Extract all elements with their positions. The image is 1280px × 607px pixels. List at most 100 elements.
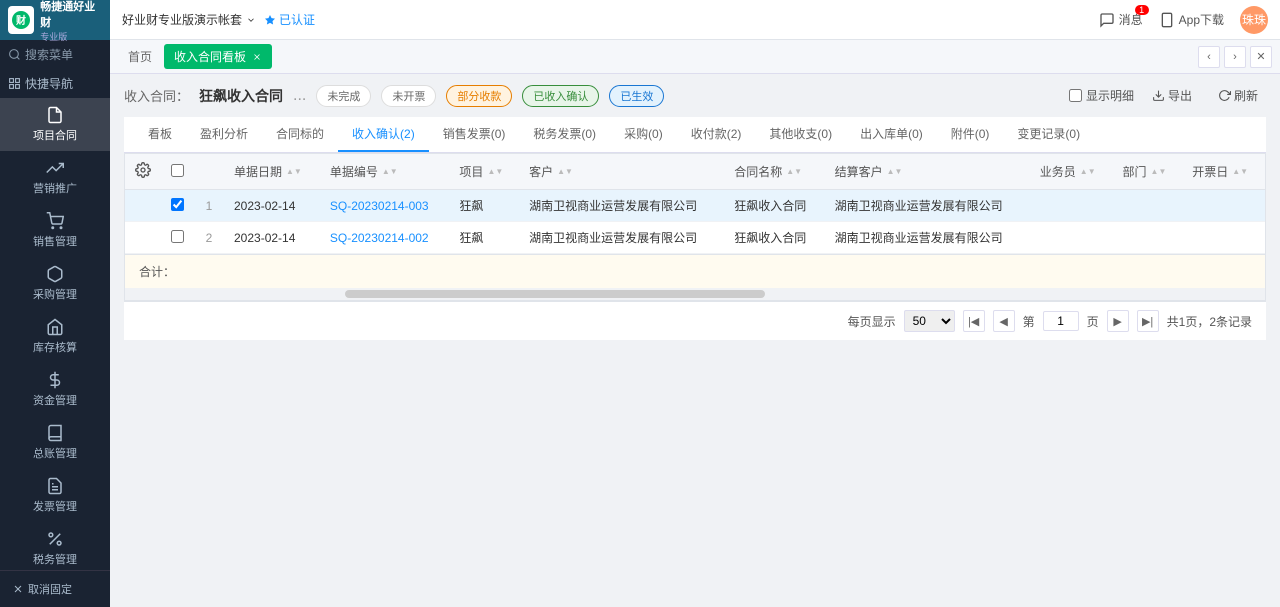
row-date: 2023-02-14 — [224, 190, 320, 222]
sidebar-item-tax[interactable]: 税务管理 — [0, 522, 110, 570]
purchase-label: 采购管理 — [33, 286, 77, 302]
topbar-right: 消息 1 App下载 珠珠 — [1099, 6, 1268, 34]
show-detail-checkbox[interactable]: 显示明细 — [1069, 87, 1134, 104]
th-checkbox[interactable] — [161, 154, 194, 190]
th-salesperson[interactable]: 业务员 ▲▼ — [1030, 154, 1113, 190]
select-all-checkbox[interactable] — [171, 164, 184, 177]
sidebar-item-sales[interactable]: 销售管理 — [0, 204, 110, 257]
company-selector[interactable]: 好业财专业版演示帐套 — [122, 11, 256, 28]
th-settlement[interactable]: 结算客户 ▲▼ — [825, 154, 1030, 190]
th-billdate[interactable]: 开票日 ▲▼ — [1182, 154, 1265, 190]
row-contract: 狂飙收入合同 — [724, 222, 824, 254]
svg-text:财: 财 — [15, 14, 26, 27]
tab-revenue-confirm[interactable]: 收入确认(2) — [338, 117, 429, 152]
app-download-label: App下载 — [1179, 11, 1224, 28]
row-code-link[interactable]: SQ-20230214-002 — [330, 231, 429, 245]
tab-tax-invoice[interactable]: 税务发票(0) — [519, 117, 610, 152]
tab-close-button[interactable]: ✕ — [1250, 46, 1272, 68]
row-checkbox[interactable] — [171, 230, 184, 243]
logo-text: 畅捷通好业财 — [40, 0, 102, 30]
show-detail-input[interactable] — [1069, 89, 1082, 102]
contract-prefix: 收入合同： — [124, 86, 189, 105]
row-code-link[interactable]: SQ-20230214-003 — [330, 199, 429, 213]
total-label: 合计： — [139, 265, 175, 279]
tab-stock[interactable]: 出入库单(0) — [846, 117, 937, 152]
th-date[interactable]: 单据日期 ▲▼ — [224, 154, 320, 190]
status-incomplete[interactable]: 未完成 — [316, 85, 371, 107]
tab-sales-invoice[interactable]: 销售发票(0) — [429, 117, 520, 152]
tab-changes[interactable]: 变更记录(0) — [1003, 117, 1094, 152]
sort-contract-icon: ▲▼ — [786, 167, 802, 176]
row-customer: 湖南卫视商业运营发展有限公司 — [519, 190, 724, 222]
tab-other[interactable]: 其他收支(0) — [755, 117, 846, 152]
sidebar-search[interactable]: 搜索菜单 — [0, 40, 110, 69]
tab-next-button[interactable]: › — [1224, 46, 1246, 68]
tab-board[interactable]: 看板 — [134, 117, 186, 152]
tab-payment[interactable]: 收付款(2) — [677, 117, 756, 152]
tabbar: 首页 收入合同看板 ‹ › ✕ — [110, 40, 1280, 74]
download-icon — [1159, 12, 1175, 28]
sidebar-item-marketing[interactable]: 营销推广 — [0, 151, 110, 204]
tab-close-icon[interactable] — [252, 52, 262, 62]
row-num: 2 — [194, 222, 224, 254]
message-button[interactable]: 消息 1 — [1099, 11, 1143, 28]
more-icon[interactable]: ... — [293, 87, 306, 105]
sort-salesperson-icon: ▲▼ — [1080, 167, 1096, 176]
pagination: 每页显示 20 50 100 |◀ ◀ 第 页 ▶ ▶| 共1页，2条记录 — [124, 301, 1266, 340]
row-project: 狂飙 — [449, 222, 519, 254]
row-checkbox-cell[interactable] — [161, 222, 194, 254]
th-settings[interactable] — [125, 154, 161, 190]
unpin-label: 取消固定 — [28, 581, 72, 597]
sidebar-item-funds[interactable]: 资金管理 — [0, 363, 110, 416]
tab-attachment[interactable]: 附件(0) — [937, 117, 1004, 152]
status-confirmed[interactable]: 已收入确认 — [522, 85, 599, 107]
th-department[interactable]: 部门 ▲▼ — [1113, 154, 1183, 190]
tab-label: 收入合同看板 — [174, 48, 246, 65]
sidebar-item-project[interactable]: 项目合同 — [0, 98, 110, 151]
status-active[interactable]: 已生效 — [609, 85, 664, 107]
contract-board-tab[interactable]: 收入合同看板 — [164, 44, 272, 69]
first-page-button[interactable]: |◀ — [963, 310, 985, 332]
th-customer[interactable]: 客户 ▲▼ — [519, 154, 724, 190]
settings-icon — [135, 162, 151, 178]
refresh-button[interactable]: 刷新 — [1210, 84, 1266, 107]
tab-navigation: ‹ › ✕ — [1198, 46, 1272, 68]
horizontal-scrollbar[interactable] — [125, 288, 1265, 300]
page-number-input[interactable] — [1043, 311, 1079, 331]
per-page-select[interactable]: 20 50 100 — [904, 310, 955, 332]
user-avatar[interactable]: 珠珠 — [1240, 6, 1268, 34]
company-name: 好业财专业版演示帐套 — [122, 11, 242, 28]
app-download-button[interactable]: App下载 — [1159, 11, 1224, 28]
last-page-button[interactable]: ▶| — [1137, 310, 1159, 332]
prev-page-button[interactable]: ◀ — [993, 310, 1015, 332]
tab-purchase[interactable]: 采购(0) — [610, 117, 677, 152]
sidebar-bottom: 取消固定 — [0, 570, 110, 607]
th-contract[interactable]: 合同名称 ▲▼ — [724, 154, 824, 190]
sidebar-item-inventory[interactable]: 库存核算 — [0, 310, 110, 363]
home-tab[interactable]: 首页 — [118, 44, 162, 69]
sidebar-item-invoice[interactable]: 发票管理 — [0, 469, 110, 522]
status-uninvoiced[interactable]: 未开票 — [381, 85, 436, 107]
th-project[interactable]: 项目 ▲▼ — [449, 154, 519, 190]
sort-settlement-icon: ▲▼ — [887, 167, 903, 176]
sidebar-unpin[interactable]: 取消固定 — [6, 577, 104, 601]
next-page-button[interactable]: ▶ — [1107, 310, 1129, 332]
row-settings-cell — [125, 222, 161, 254]
sidebar-quicknav[interactable]: 快捷导航 — [0, 69, 110, 98]
tab-prev-button[interactable]: ‹ — [1198, 46, 1220, 68]
table-container: 单据日期 ▲▼ 单据编号 ▲▼ 项目 — [124, 153, 1266, 301]
scrollbar-thumb[interactable] — [345, 290, 765, 298]
row-checkbox[interactable] — [171, 198, 184, 211]
row-code[interactable]: SQ-20230214-002 — [320, 222, 450, 254]
project-label: 项目合同 — [33, 127, 77, 143]
row-code[interactable]: SQ-20230214-003 — [320, 190, 450, 222]
tab-profit[interactable]: 盈利分析 — [186, 117, 262, 152]
sidebar-item-purchase[interactable]: 采购管理 — [0, 257, 110, 310]
tab-subject[interactable]: 合同标的 — [262, 117, 338, 152]
avatar: 珠珠 — [1240, 6, 1268, 34]
th-code[interactable]: 单据编号 ▲▼ — [320, 154, 450, 190]
export-button[interactable]: 导出 — [1144, 84, 1200, 107]
status-partial-payment[interactable]: 部分收款 — [446, 85, 512, 107]
row-checkbox-cell[interactable] — [161, 190, 194, 222]
sidebar-item-general[interactable]: 总账管理 — [0, 416, 110, 469]
